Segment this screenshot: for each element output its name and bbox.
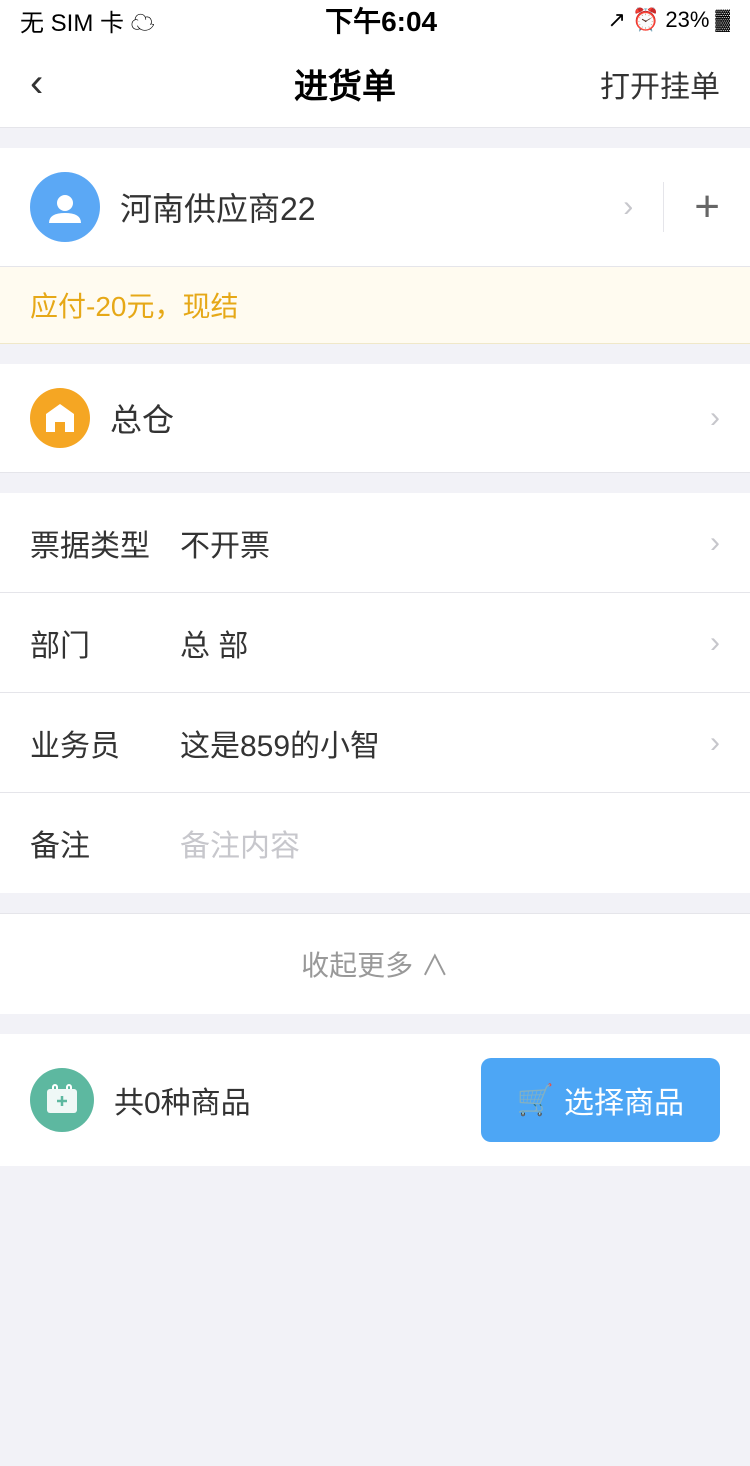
department-row[interactable]: 部门 总 部 › xyxy=(0,593,750,693)
product-icon xyxy=(30,1068,94,1132)
notice-bar: 应付-20元，现结 xyxy=(0,267,750,344)
remark-label: 备注 xyxy=(30,821,160,865)
bottom-background xyxy=(0,1166,750,1466)
invoice-type-label: 票据类型 xyxy=(30,521,160,565)
select-icon: 🛒 xyxy=(517,1083,554,1118)
department-label: 部门 xyxy=(30,621,160,665)
status-bar: 无 SIM 卡 ☁ 下午6:04 ↗ ⏰ 23% ▓ xyxy=(0,0,750,40)
status-time: 下午6:04 xyxy=(325,0,437,40)
warehouse-section: 总仓 › xyxy=(0,364,750,473)
remark-input[interactable]: 备注内容 xyxy=(160,821,720,865)
salesperson-label: 业务员 xyxy=(30,721,160,765)
invoice-type-chevron-icon: › xyxy=(710,526,720,560)
supplier-name: 河南供应商22 xyxy=(120,184,623,230)
section-gap-1 xyxy=(0,128,750,148)
nav-bar: ‹ 进货单 打开挂单 xyxy=(0,40,750,128)
warehouse-row[interactable]: 总仓 › xyxy=(0,364,750,473)
form-section: 票据类型 不开票 › 部门 总 部 › 业务员 这是859的小智 › 备注 备注… xyxy=(0,493,750,893)
sim-label: 无 SIM 卡 ☁ xyxy=(20,3,155,38)
warehouse-icon xyxy=(30,388,90,448)
collapse-bar[interactable]: 收起更多 ∧ xyxy=(0,913,750,1014)
status-left: 无 SIM 卡 ☁ xyxy=(20,3,155,38)
invoice-type-row[interactable]: 票据类型 不开票 › xyxy=(0,493,750,593)
product-section: 共0种商品 🛒 选择商品 xyxy=(0,1034,750,1166)
department-value: 总 部 xyxy=(160,621,710,665)
warehouse-name: 总仓 xyxy=(110,395,710,441)
page-title: 进货单 xyxy=(294,59,396,108)
add-supplier-button[interactable]: + xyxy=(694,185,720,229)
back-button[interactable]: ‹ xyxy=(30,61,90,106)
location-icon: ↗ xyxy=(608,7,626,33)
warehouse-chevron-icon: › xyxy=(710,401,720,435)
department-chevron-icon: › xyxy=(710,626,720,660)
battery-label: 23% xyxy=(665,7,709,33)
supplier-chevron-icon: › xyxy=(623,190,633,224)
select-product-button[interactable]: 🛒 选择商品 xyxy=(481,1058,720,1142)
salesperson-value: 这是859的小智 xyxy=(160,721,710,765)
supplier-section: 河南供应商22 › + 应付-20元，现结 xyxy=(0,148,750,344)
select-btn-label: 选择商品 xyxy=(564,1078,684,1122)
remark-row[interactable]: 备注 备注内容 xyxy=(0,793,750,893)
invoice-type-value: 不开票 xyxy=(160,521,710,565)
supplier-avatar xyxy=(30,172,100,242)
battery-icon: ▓ xyxy=(715,9,730,32)
open-pending-button[interactable]: 打开挂单 xyxy=(600,62,720,106)
alarm-icon: ⏰ xyxy=(632,7,659,33)
salesperson-chevron-icon: › xyxy=(710,726,720,760)
supplier-divider xyxy=(663,182,664,232)
product-count: 共0种商品 xyxy=(114,1078,481,1122)
section-gap-2 xyxy=(0,344,750,364)
status-right: ↗ ⏰ 23% ▓ xyxy=(608,7,730,33)
salesperson-row[interactable]: 业务员 这是859的小智 › xyxy=(0,693,750,793)
supplier-row[interactable]: 河南供应商22 › + xyxy=(0,148,750,267)
